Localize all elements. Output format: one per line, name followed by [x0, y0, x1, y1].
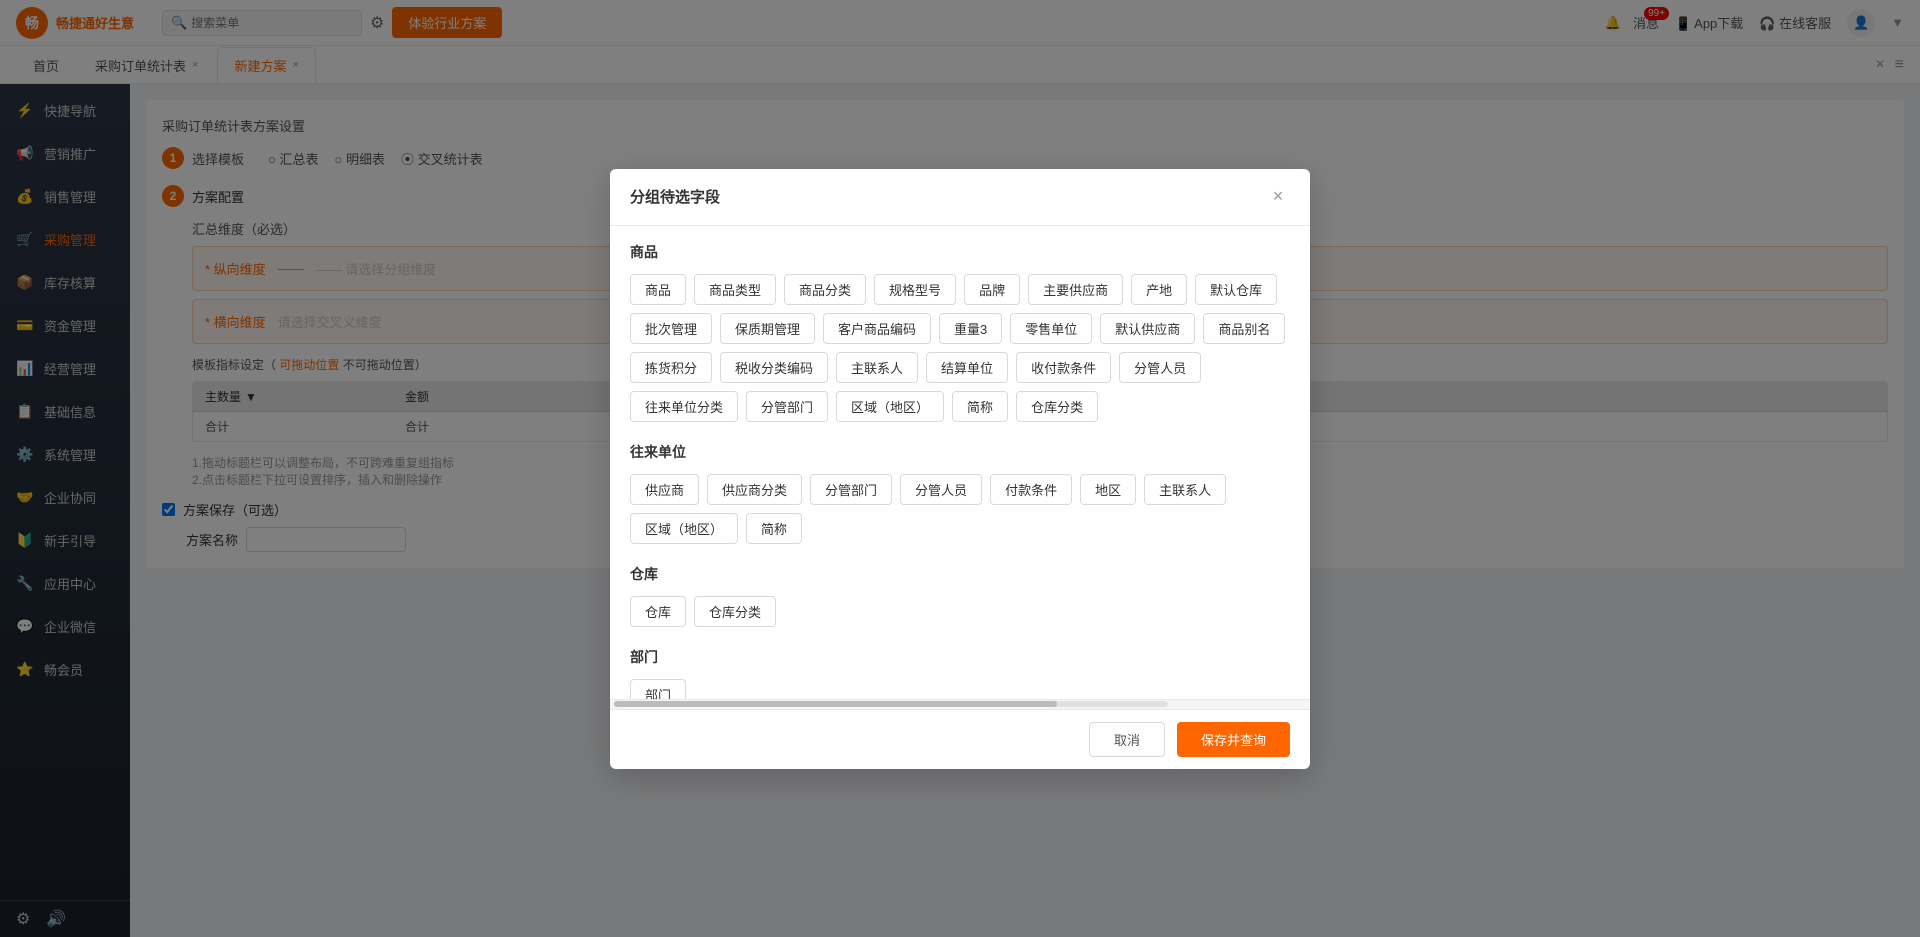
field-origin[interactable]: 产地: [1131, 274, 1187, 305]
field-area[interactable]: 地区: [1080, 474, 1136, 505]
section-department-fields: 部门: [630, 679, 1290, 700]
field-retail-unit[interactable]: 零售单位: [1010, 313, 1092, 344]
field-brand[interactable]: 品牌: [964, 274, 1020, 305]
field-partner-contact[interactable]: 主联系人: [1144, 474, 1226, 505]
field-settlement-unit[interactable]: 结算单位: [926, 352, 1008, 383]
field-main-supplier[interactable]: 主要供应商: [1028, 274, 1123, 305]
scroll-track[interactable]: [614, 701, 1168, 707]
section-partner-title: 往来单位: [630, 442, 1290, 462]
field-batch-mgmt[interactable]: 批次管理: [630, 313, 712, 344]
field-partner-manager[interactable]: 分管人员: [900, 474, 982, 505]
modal-close-button[interactable]: ×: [1266, 185, 1290, 209]
field-partner-shortname[interactable]: 简称: [746, 513, 802, 544]
field-dept-managed[interactable]: 分管部门: [746, 391, 828, 422]
field-tax-code[interactable]: 税收分类编码: [720, 352, 828, 383]
field-select-modal: 分组待选字段 × 商品 商品 商品类型 商品分类 规格型号 品牌 主要供应商 产…: [610, 169, 1310, 769]
section-department: 部门 部门: [630, 647, 1290, 700]
field-goods-alias[interactable]: 商品别名: [1203, 313, 1285, 344]
field-partner-category[interactable]: 往来单位分类: [630, 391, 738, 422]
scroll-thumb[interactable]: [614, 701, 1057, 707]
cancel-button[interactable]: 取消: [1089, 722, 1165, 757]
field-goods[interactable]: 商品: [630, 274, 686, 305]
save-query-button[interactable]: 保存并查询: [1177, 722, 1290, 757]
field-weight3[interactable]: 重量3: [939, 313, 1002, 344]
field-short-name[interactable]: 简称: [952, 391, 1008, 422]
modal-overlay: 分组待选字段 × 商品 商品 商品类型 商品分类 规格型号 品牌 主要供应商 产…: [0, 0, 1920, 937]
field-default-warehouse[interactable]: 默认仓库: [1195, 274, 1277, 305]
modal-body: 商品 商品 商品类型 商品分类 规格型号 品牌 主要供应商 产地 默认仓库 批次…: [610, 226, 1310, 700]
section-department-title: 部门: [630, 647, 1290, 667]
field-goods-type[interactable]: 商品类型: [694, 274, 776, 305]
field-wh-category[interactable]: 仓库分类: [694, 596, 776, 627]
section-goods: 商品 商品 商品类型 商品分类 规格型号 品牌 主要供应商 产地 默认仓库 批次…: [630, 242, 1290, 422]
modal-scroll-bar-area: [610, 699, 1310, 708]
field-supplier[interactable]: 供应商: [630, 474, 699, 505]
field-payment-cond[interactable]: 付款条件: [990, 474, 1072, 505]
field-pick-score[interactable]: 拣货积分: [630, 352, 712, 383]
field-default-supplier[interactable]: 默认供应商: [1100, 313, 1195, 344]
field-customer-goods-code[interactable]: 客户商品编码: [823, 313, 931, 344]
field-main-contact[interactable]: 主联系人: [836, 352, 918, 383]
section-partner-fields: 供应商 供应商分类 分管部门 分管人员 付款条件 地区 主联系人 区域（地区） …: [630, 474, 1290, 544]
section-partner: 往来单位 供应商 供应商分类 分管部门 分管人员 付款条件 地区 主联系人 区域…: [630, 442, 1290, 544]
field-warehouse[interactable]: 仓库: [630, 596, 686, 627]
field-region-area[interactable]: 区域（地区）: [836, 391, 944, 422]
section-warehouse: 仓库 仓库 仓库分类: [630, 564, 1290, 627]
field-supplier-category[interactable]: 供应商分类: [707, 474, 802, 505]
section-goods-title: 商品: [630, 242, 1290, 262]
field-partner-region[interactable]: 区域（地区）: [630, 513, 738, 544]
modal-footer: 取消 保存并查询: [610, 709, 1310, 769]
field-partner-dept[interactable]: 分管部门: [810, 474, 892, 505]
field-expiry-mgmt[interactable]: 保质期管理: [720, 313, 815, 344]
section-warehouse-title: 仓库: [630, 564, 1290, 584]
section-goods-fields: 商品 商品类型 商品分类 规格型号 品牌 主要供应商 产地 默认仓库 批次管理 …: [630, 274, 1290, 422]
field-spec-model[interactable]: 规格型号: [874, 274, 956, 305]
section-warehouse-fields: 仓库 仓库分类: [630, 596, 1290, 627]
field-manager[interactable]: 分管人员: [1119, 352, 1201, 383]
modal-header: 分组待选字段 ×: [610, 169, 1310, 226]
modal-title: 分组待选字段: [630, 186, 720, 207]
field-warehouse-category[interactable]: 仓库分类: [1016, 391, 1098, 422]
field-goods-category[interactable]: 商品分类: [784, 274, 866, 305]
field-payment-terms[interactable]: 收付款条件: [1016, 352, 1111, 383]
field-department[interactable]: 部门: [630, 679, 686, 700]
